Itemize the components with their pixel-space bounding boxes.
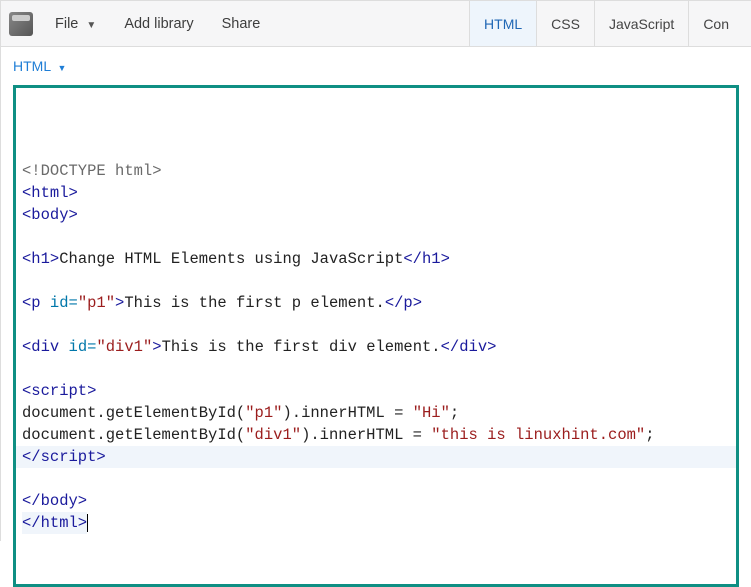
code-token: <body>: [22, 206, 78, 224]
panel-tabs: HTML CSS JavaScript Con: [469, 1, 743, 46]
tab-html[interactable]: HTML: [469, 1, 536, 46]
pane-tab-label: HTML: [13, 58, 51, 74]
code-token: ;: [645, 426, 654, 444]
code-token: document.getElementById(: [22, 426, 245, 444]
code-token: </h1>: [403, 250, 450, 268]
editor-container: <!DOCTYPE html> <html> <body> <h1>Change…: [13, 85, 739, 587]
code-token: "div1": [245, 426, 301, 444]
tab-javascript[interactable]: JavaScript: [594, 1, 688, 46]
code-token: ).innerHTML =: [282, 404, 412, 422]
app-logo-icon[interactable]: [9, 12, 33, 36]
add-library-button[interactable]: Add library: [114, 10, 203, 38]
caret-down-icon: ▼: [57, 63, 66, 73]
code-token: document.getElementById(: [22, 404, 245, 422]
file-menu[interactable]: File ▼: [45, 10, 106, 38]
code-token: id=: [41, 294, 78, 312]
top-toolbar: File ▼ Add library Share HTML CSS JavaSc…: [1, 1, 751, 47]
file-menu-label: File: [55, 16, 78, 32]
code-token: <html>: [22, 184, 78, 202]
pane-tab-html[interactable]: HTML ▼: [13, 58, 66, 74]
code-token: id=: [59, 338, 96, 356]
editor-subbar: HTML ▼: [1, 47, 751, 85]
code-token: <h1>: [22, 250, 59, 268]
code-token: "Hi": [413, 404, 450, 422]
code-token: This is the first p element.: [124, 294, 384, 312]
code-token: This is the first div element.: [162, 338, 441, 356]
code-token: </p>: [385, 294, 422, 312]
code-token: ;: [450, 404, 459, 422]
code-token: "div1": [96, 338, 152, 356]
caret-down-icon: ▼: [86, 20, 96, 31]
code-token: "p1": [78, 294, 115, 312]
code-token: </html>: [22, 514, 87, 532]
code-token: <!DOCTYPE html>: [22, 162, 162, 180]
code-token: </body>: [22, 492, 87, 510]
code-token: <div: [22, 338, 59, 356]
code-token: >: [152, 338, 161, 356]
code-token: <script>: [22, 382, 96, 400]
code-token: <p: [22, 294, 41, 312]
code-token: </div>: [441, 338, 497, 356]
code-token: "this is linuxhint.com": [431, 426, 645, 444]
code-token: Change HTML Elements using JavaScript: [59, 250, 403, 268]
code-token: ).innerHTML =: [301, 426, 431, 444]
code-editor[interactable]: <!DOCTYPE html> <html> <body> <h1>Change…: [16, 88, 736, 584]
share-button[interactable]: Share: [212, 10, 271, 38]
tab-console[interactable]: Con: [688, 1, 743, 46]
code-token: </script>: [22, 448, 106, 466]
tab-css[interactable]: CSS: [536, 1, 594, 46]
code-token: "p1": [245, 404, 282, 422]
code-token: >: [115, 294, 124, 312]
